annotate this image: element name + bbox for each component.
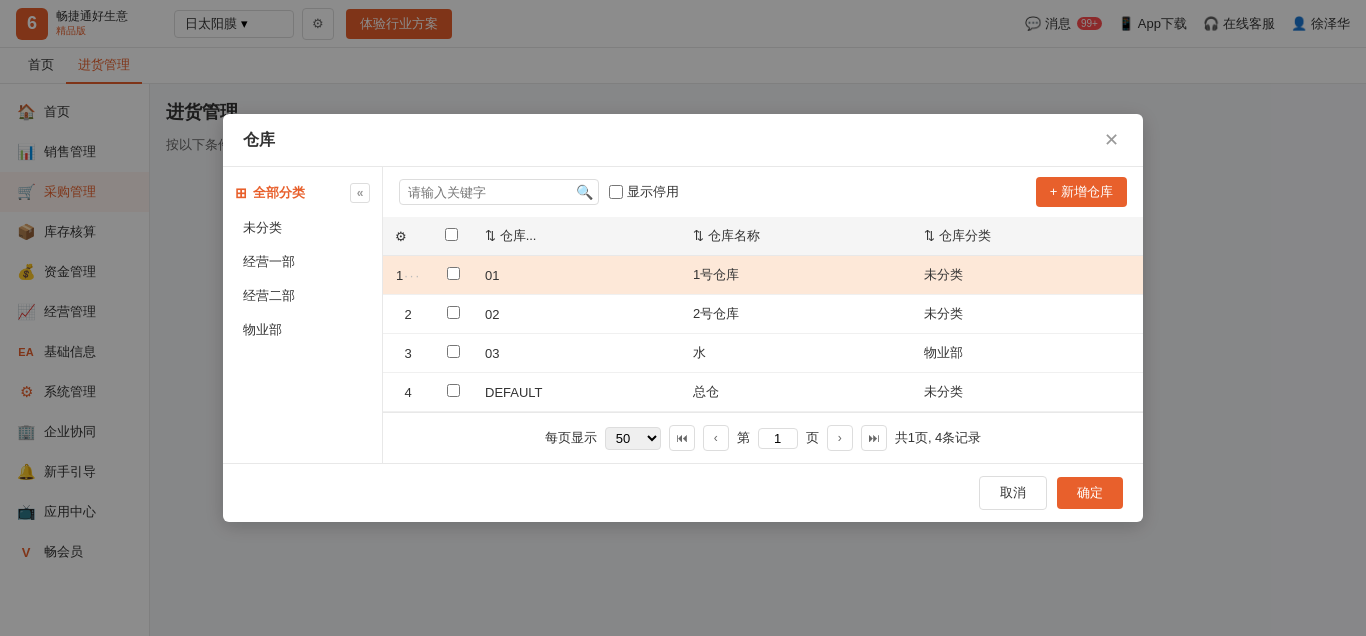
- page-suffix: 页: [806, 429, 819, 447]
- confirm-button[interactable]: 确定: [1057, 477, 1123, 509]
- collapse-button[interactable]: «: [350, 183, 370, 203]
- col-header-setting: ⚙: [383, 217, 433, 256]
- row-checkbox[interactable]: [447, 267, 460, 280]
- modal-close-button[interactable]: ✕: [1099, 128, 1123, 152]
- col-header-name: ⇅ 仓库名称: [681, 217, 912, 256]
- row-checkbox[interactable]: [447, 306, 460, 319]
- table-row[interactable]: 3 03 水 物业部: [383, 334, 1143, 373]
- row-actions[interactable]: ···: [404, 268, 421, 283]
- col-header-checkbox: [433, 217, 473, 256]
- modal-overlay: 仓库 ✕ ⊞ 全部分类 « 未分类 经营一部 经营二部: [0, 0, 1366, 636]
- col-header-category: ⇅ 仓库分类: [912, 217, 1143, 256]
- page-number-input[interactable]: [758, 428, 798, 449]
- row-checkbox[interactable]: [447, 345, 460, 358]
- category-property-label: 物业部: [243, 322, 282, 337]
- row-code: 01: [473, 256, 681, 295]
- settings-icon: ⚙: [395, 229, 407, 244]
- show-disabled-checkbox[interactable]: [609, 185, 623, 199]
- search-wrap: 🔍: [399, 179, 599, 205]
- modal-body: ⊞ 全部分类 « 未分类 经营一部 经营二部 物业部: [223, 167, 1143, 463]
- row-name: 2号仓库: [681, 295, 912, 334]
- modal-header: 仓库 ✕: [223, 114, 1143, 167]
- search-icon: 🔍: [576, 184, 593, 200]
- page-first-button[interactable]: ⏮: [669, 425, 695, 451]
- row-category: 物业部: [912, 334, 1143, 373]
- category-item-ops1[interactable]: 经营一部: [223, 245, 382, 279]
- row-checkbox-cell: [433, 256, 473, 295]
- pagination-bar: 每页显示 50 100 200 ⏮ ‹ 第 页 › ⏭ 共1页, 4条记录: [383, 412, 1143, 463]
- table-row[interactable]: 1 ··· 01 1号仓库 未分类: [383, 256, 1143, 295]
- grid-icon: ⊞: [235, 185, 247, 201]
- row-code: DEFAULT: [473, 373, 681, 412]
- row-name: 1号仓库: [681, 256, 912, 295]
- category-item-ops2[interactable]: 经营二部: [223, 279, 382, 313]
- cancel-button[interactable]: 取消: [979, 476, 1047, 510]
- row-code: 02: [473, 295, 681, 334]
- total-label: 共1页, 4条记录: [895, 429, 982, 447]
- per-page-label: 每页显示: [545, 429, 597, 447]
- row-checkbox-cell: [433, 295, 473, 334]
- table-header-row: ⚙ ⇅ 仓库... ⇅: [383, 217, 1143, 256]
- add-warehouse-button[interactable]: + 新增仓库: [1036, 177, 1127, 207]
- sort-icon: ⇅: [485, 228, 496, 243]
- table-row[interactable]: 4 DEFAULT 总仓 未分类: [383, 373, 1143, 412]
- row-no: 3: [383, 334, 433, 373]
- row-name: 水: [681, 334, 912, 373]
- sort-icon-name: ⇅: [693, 228, 704, 243]
- row-name: 总仓: [681, 373, 912, 412]
- row-category: 未分类: [912, 256, 1143, 295]
- category-uncategorized-label: 未分类: [243, 220, 282, 235]
- table-toolbar: 🔍 显示停用 + 新增仓库: [383, 167, 1143, 217]
- row-no: 4: [383, 373, 433, 412]
- warehouse-table-scroll: ⚙ ⇅ 仓库... ⇅: [383, 217, 1143, 412]
- category-item-property[interactable]: 物业部: [223, 313, 382, 347]
- category-ops2-label: 经营二部: [243, 288, 295, 303]
- category-all-label: 全部分类: [253, 184, 305, 202]
- warehouse-modal: 仓库 ✕ ⊞ 全部分类 « 未分类 经营一部 经营二部: [223, 114, 1143, 522]
- search-input[interactable]: [408, 185, 576, 200]
- row-checkbox-cell: [433, 373, 473, 412]
- per-page-select[interactable]: 50 100 200: [605, 427, 661, 450]
- page-next-button[interactable]: ›: [827, 425, 853, 451]
- row-category: 未分类: [912, 373, 1143, 412]
- row-checkbox[interactable]: [447, 384, 460, 397]
- table-row[interactable]: 2 02 2号仓库 未分类: [383, 295, 1143, 334]
- page-label: 第: [737, 429, 750, 447]
- col-header-code: ⇅ 仓库...: [473, 217, 681, 256]
- table-area: 🔍 显示停用 + 新增仓库 ⚙: [383, 167, 1143, 463]
- page-last-button[interactable]: ⏭: [861, 425, 887, 451]
- warehouse-table: ⚙ ⇅ 仓库... ⇅: [383, 217, 1143, 412]
- row-no: 1 ···: [383, 256, 433, 295]
- show-disabled-wrap: 显示停用: [609, 183, 679, 201]
- page-prev-button[interactable]: ‹: [703, 425, 729, 451]
- modal-title: 仓库: [243, 130, 275, 151]
- category-sidebar: ⊞ 全部分类 « 未分类 经营一部 经营二部 物业部: [223, 167, 383, 463]
- row-category: 未分类: [912, 295, 1143, 334]
- row-code: 03: [473, 334, 681, 373]
- sort-icon-cat: ⇅: [924, 228, 935, 243]
- show-disabled-label: 显示停用: [627, 183, 679, 201]
- modal-footer: 取消 确定: [223, 463, 1143, 522]
- row-no: 2: [383, 295, 433, 334]
- row-checkbox-cell: [433, 334, 473, 373]
- category-ops1-label: 经营一部: [243, 254, 295, 269]
- select-all-checkbox[interactable]: [445, 228, 458, 241]
- category-item-uncategorized[interactable]: 未分类: [223, 211, 382, 245]
- category-all-header[interactable]: ⊞ 全部分类 «: [223, 175, 382, 211]
